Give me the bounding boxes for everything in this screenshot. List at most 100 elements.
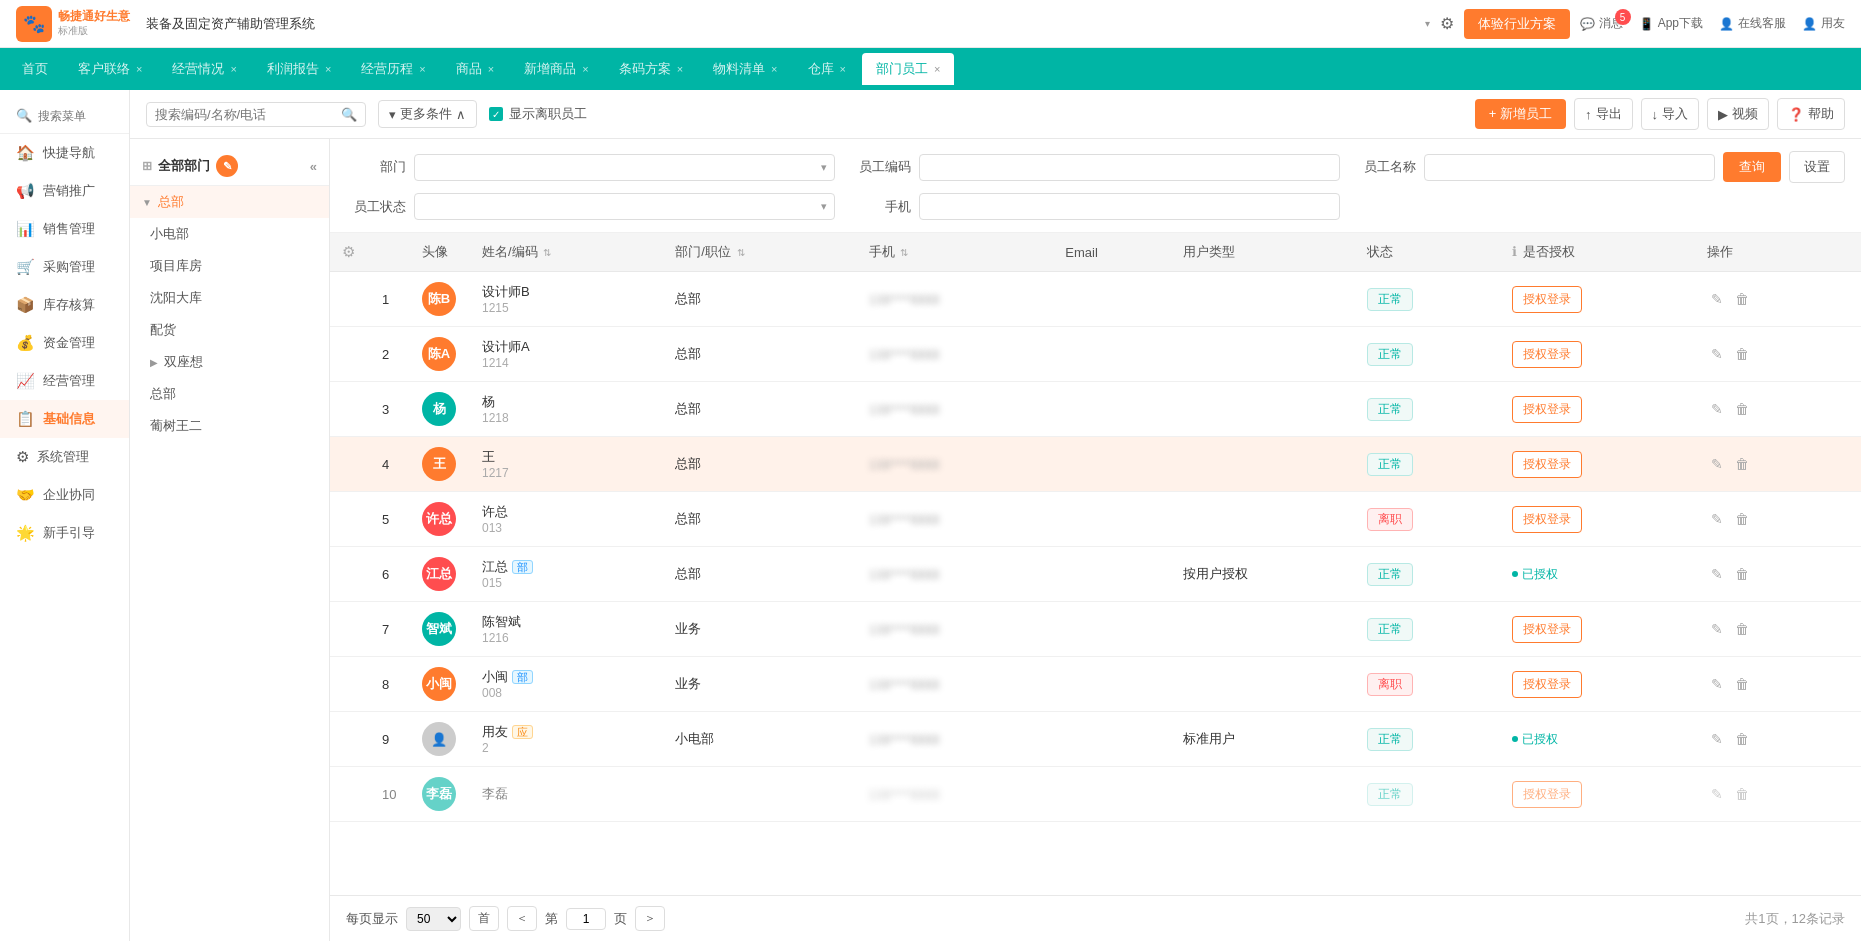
dept-tree-item-shuangzuo[interactable]: ▶ 双座想 (130, 346, 329, 378)
dept-select[interactable] (414, 154, 835, 181)
tab-goods[interactable]: 商品 × (442, 53, 508, 85)
next-page-btn[interactable]: ＞ (635, 906, 665, 931)
view-button[interactable]: ▶ 视频 (1707, 98, 1769, 130)
tab-customer[interactable]: 客户联络 × (64, 53, 156, 85)
first-page-btn[interactable]: 首 (469, 906, 499, 931)
gear-icon[interactable]: ⚙ (1440, 14, 1454, 33)
tab-operations[interactable]: 经营情况 × (158, 53, 250, 85)
dept-tree-item-xiaodian[interactable]: 小电部 (130, 218, 329, 250)
tab-staff[interactable]: 部门员工 × (862, 53, 954, 85)
delete-btn[interactable]: 🗑 (1731, 729, 1753, 749)
close-icon[interactable]: × (934, 63, 940, 75)
auth-login-btn[interactable]: 授权登录 (1512, 396, 1582, 423)
dept-tree-item-zongbu[interactable]: 总部 (130, 378, 329, 410)
sidebar-item-purchase[interactable]: 🛒 采购管理 (0, 248, 129, 286)
dept-tree-item-distribution[interactable]: 配货 (130, 314, 329, 346)
settings-col-icon[interactable]: ⚙ (342, 243, 355, 260)
auth-login-btn[interactable]: 授权登录 (1512, 286, 1582, 313)
delete-btn[interactable]: 🗑 (1731, 509, 1753, 529)
edit-btn[interactable]: ✎ (1707, 564, 1727, 584)
edit-btn[interactable]: ✎ (1707, 344, 1727, 364)
sidebar-item-system[interactable]: ⚙ 系统管理 (0, 438, 129, 476)
sidebar-item-navigation[interactable]: 🏠 快捷导航 (0, 134, 129, 172)
close-icon[interactable]: × (419, 63, 425, 75)
prev-page-btn[interactable]: ＜ (507, 906, 537, 931)
collapse-btn[interactable]: « (310, 159, 317, 174)
setting-button[interactable]: 设置 (1789, 151, 1845, 183)
per-page-select[interactable]: 50 20 100 (406, 907, 461, 931)
tab-new-goods[interactable]: 新增商品 × (510, 53, 602, 85)
search-button[interactable]: 查询 (1723, 152, 1781, 182)
import-button[interactable]: ↓ 导入 (1641, 98, 1700, 130)
close-icon[interactable]: × (840, 63, 846, 75)
help-button[interactable]: ❓ 帮助 (1777, 98, 1845, 130)
trial-button[interactable]: 体验行业方案 (1464, 9, 1570, 39)
auth-login-btn[interactable]: 授权登录 (1512, 671, 1582, 698)
edit-btn[interactable]: ✎ (1707, 729, 1727, 749)
sidebar-item-marketing[interactable]: 📢 营销推广 (0, 172, 129, 210)
sidebar-item-basic-info[interactable]: 📋 基础信息 (0, 400, 129, 438)
tab-barcode[interactable]: 条码方案 × (605, 53, 697, 85)
sidebar-item-inventory[interactable]: 📦 库存核算 (0, 286, 129, 324)
tab-bom[interactable]: 物料清单 × (699, 53, 791, 85)
message-btn[interactable]: 💬 消息 5 (1580, 15, 1623, 32)
export-button[interactable]: ↑ 导出 (1574, 98, 1633, 130)
close-icon[interactable]: × (136, 63, 142, 75)
online-service-btn[interactable]: 👤 在线客服 (1719, 15, 1786, 32)
sort-icon[interactable]: ⇅ (900, 247, 908, 258)
dept-all-label[interactable]: 全部部门 (158, 157, 210, 175)
delete-btn[interactable]: 🗑 (1731, 399, 1753, 419)
show-resigned-checkbox[interactable]: 显示离职员工 (489, 105, 587, 123)
sidebar-item-collab[interactable]: 🤝 企业协同 (0, 476, 129, 514)
tab-home[interactable]: 首页 (8, 53, 62, 85)
edit-btn[interactable]: ✎ (1707, 619, 1727, 639)
dept-tree-item-puzhi[interactable]: 葡树王二 (130, 410, 329, 442)
close-icon[interactable]: × (230, 63, 236, 75)
close-icon[interactable]: × (488, 63, 494, 75)
sidebar-item-operations[interactable]: 📈 经营管理 (0, 362, 129, 400)
dept-tree-item-project[interactable]: 项目库房 (130, 250, 329, 282)
tab-warehouse[interactable]: 仓库 × (794, 53, 860, 85)
page-input[interactable] (566, 908, 606, 930)
auth-login-btn[interactable]: 授权登录 (1512, 341, 1582, 368)
tab-profit[interactable]: 利润报告 × (253, 53, 345, 85)
delete-btn[interactable]: 🗑 (1731, 619, 1753, 639)
dept-tree-root[interactable]: ▼ 总部 (130, 186, 329, 218)
dept-tree-item-shenyang[interactable]: 沈阳大库 (130, 282, 329, 314)
sidebar-search-item[interactable]: 🔍 (0, 98, 129, 134)
close-icon[interactable]: × (325, 63, 331, 75)
tab-history[interactable]: 经营历程 × (347, 53, 439, 85)
edit-btn[interactable]: ✎ (1707, 289, 1727, 309)
dept-edit-btn[interactable]: ✎ (216, 155, 238, 177)
app-download-btn[interactable]: 📱 App下载 (1639, 15, 1703, 32)
delete-btn[interactable]: 🗑 (1731, 344, 1753, 364)
edit-btn[interactable]: ✎ (1707, 509, 1727, 529)
close-icon[interactable]: × (582, 63, 588, 75)
auth-login-btn[interactable]: 授权登录 (1512, 781, 1582, 808)
status-select[interactable] (414, 193, 835, 220)
sidebar-search-input[interactable] (38, 109, 108, 123)
user-avatar-btn[interactable]: 👤 用友 (1802, 15, 1845, 32)
edit-btn[interactable]: ✎ (1707, 784, 1727, 804)
system-dropdown-arrow[interactable]: ▾ (1425, 18, 1430, 29)
sidebar-item-sales[interactable]: 📊 销售管理 (0, 210, 129, 248)
emp-name-input[interactable] (1424, 154, 1715, 181)
sort-icon[interactable]: ⇅ (543, 247, 551, 258)
edit-btn[interactable]: ✎ (1707, 674, 1727, 694)
auth-login-btn[interactable]: 授权登录 (1512, 616, 1582, 643)
edit-btn[interactable]: ✎ (1707, 454, 1727, 474)
delete-btn[interactable]: 🗑 (1731, 564, 1753, 584)
phone-input[interactable] (919, 193, 1340, 220)
sidebar-item-finance[interactable]: 💰 资金管理 (0, 324, 129, 362)
add-employee-button[interactable]: + 新增员工 (1475, 99, 1566, 129)
delete-btn[interactable]: 🗑 (1731, 784, 1753, 804)
close-icon[interactable]: × (771, 63, 777, 75)
more-conditions-btn[interactable]: ▾ 更多条件 ∧ (378, 100, 477, 128)
emp-code-input[interactable] (919, 154, 1340, 181)
sidebar-item-guide[interactable]: 🌟 新手引导 (0, 514, 129, 552)
sort-icon[interactable]: ⇅ (737, 247, 745, 258)
auth-login-btn[interactable]: 授权登录 (1512, 451, 1582, 478)
close-icon[interactable]: × (677, 63, 683, 75)
edit-btn[interactable]: ✎ (1707, 399, 1727, 419)
delete-btn[interactable]: 🗑 (1731, 454, 1753, 474)
